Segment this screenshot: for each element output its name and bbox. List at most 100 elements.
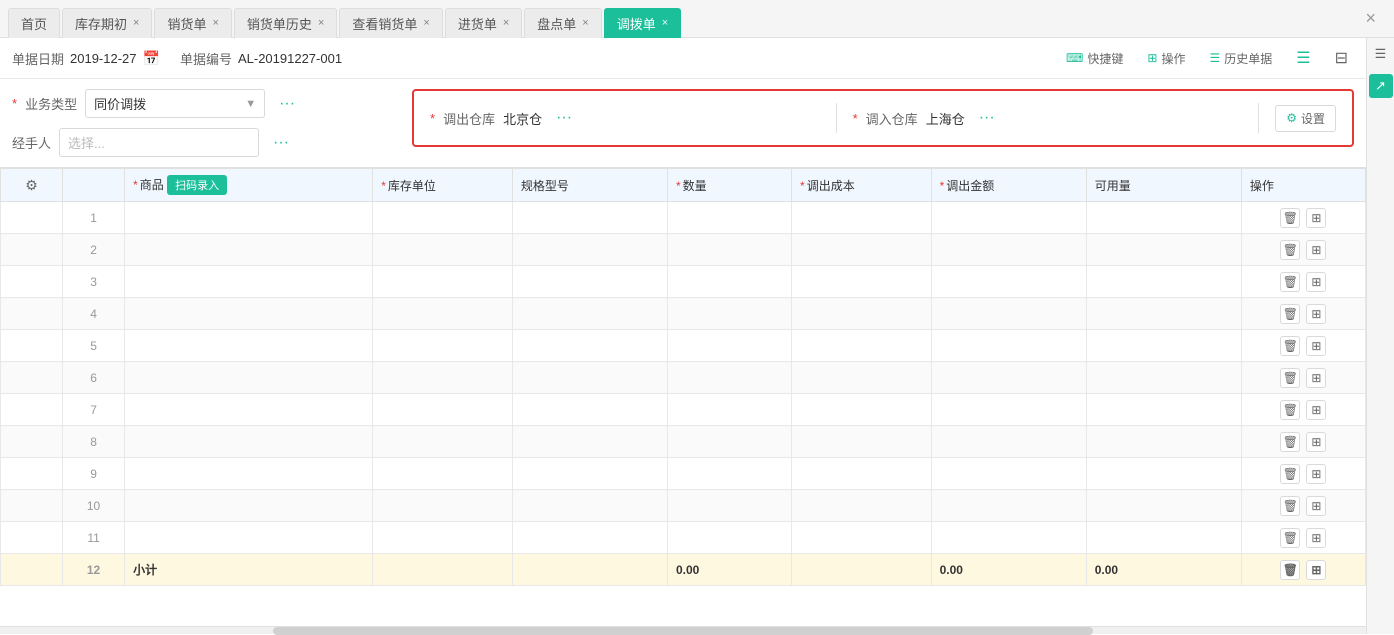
row-available-cell[interactable] [1086, 426, 1241, 458]
subtotal-copy-icon[interactable]: ⊞ [1306, 560, 1326, 580]
row-unit-cell[interactable] [373, 234, 513, 266]
row-available-cell[interactable] [1086, 362, 1241, 394]
copy-icon[interactable]: ⊞ [1306, 208, 1326, 228]
row-available-cell[interactable] [1086, 458, 1241, 490]
row-available-cell[interactable] [1086, 522, 1241, 554]
row-unit-cell[interactable] [373, 362, 513, 394]
row-amount-cell[interactable] [931, 394, 1086, 426]
handler-more[interactable]: ··· [273, 134, 289, 152]
row-spec-cell[interactable] [512, 202, 667, 234]
row-unit-cell[interactable] [373, 458, 513, 490]
operations-button[interactable]: ⊞ 操作 [1141, 48, 1191, 69]
row-qty-cell[interactable] [667, 522, 791, 554]
delete-icon[interactable]: 🗑 [1280, 528, 1300, 548]
row-product-cell[interactable] [125, 522, 373, 554]
row-cost-cell[interactable] [792, 298, 932, 330]
window-close-button[interactable]: × [1355, 0, 1386, 38]
row-cost-cell[interactable] [792, 458, 932, 490]
calendar-icon[interactable]: 📅 [143, 50, 160, 67]
copy-icon[interactable]: ⊞ [1306, 464, 1326, 484]
sidebar-notes-icon[interactable]: ☰ [1369, 42, 1393, 66]
tab-transfer-order-close[interactable]: × [662, 17, 668, 29]
row-qty-cell[interactable] [667, 266, 791, 298]
row-cost-cell[interactable] [792, 234, 932, 266]
tab-sales-history-close[interactable]: × [318, 17, 324, 29]
row-unit-cell[interactable] [373, 202, 513, 234]
settings-button[interactable]: ⚙ 设置 [1275, 105, 1336, 132]
delete-icon[interactable]: 🗑 [1280, 336, 1300, 356]
row-amount-cell[interactable] [931, 234, 1086, 266]
delete-icon[interactable]: 🗑 [1280, 368, 1300, 388]
tab-purchase-order-close[interactable]: × [503, 17, 509, 29]
row-available-cell[interactable] [1086, 330, 1241, 362]
row-cost-cell[interactable] [792, 522, 932, 554]
row-product-cell[interactable] [125, 202, 373, 234]
copy-icon[interactable]: ⊞ [1306, 496, 1326, 516]
row-cost-cell[interactable] [792, 266, 932, 298]
row-product-cell[interactable] [125, 266, 373, 298]
row-spec-cell[interactable] [512, 234, 667, 266]
row-unit-cell[interactable] [373, 490, 513, 522]
row-available-cell[interactable] [1086, 394, 1241, 426]
tab-sales-order-close[interactable]: × [212, 17, 218, 29]
row-product-cell[interactable] [125, 426, 373, 458]
row-spec-cell[interactable] [512, 362, 667, 394]
row-unit-cell[interactable] [373, 394, 513, 426]
row-available-cell[interactable] [1086, 298, 1241, 330]
tab-view-sales-close[interactable]: × [423, 17, 429, 29]
tab-inventory-count-close[interactable]: × [582, 17, 588, 29]
warehouse-in-more[interactable]: ··· [979, 109, 995, 127]
copy-icon[interactable]: ⊞ [1306, 368, 1326, 388]
row-cost-cell[interactable] [792, 394, 932, 426]
row-spec-cell[interactable] [512, 490, 667, 522]
view-toggle-grid[interactable]: ⊟ [1329, 46, 1354, 70]
column-settings-icon[interactable]: ⚙ [25, 177, 38, 194]
scrollbar-track[interactable] [0, 626, 1366, 634]
delete-icon[interactable]: 🗑 [1280, 240, 1300, 260]
row-amount-cell[interactable] [931, 202, 1086, 234]
row-cost-cell[interactable] [792, 330, 932, 362]
delete-icon[interactable]: 🗑 [1280, 272, 1300, 292]
sidebar-export-icon[interactable]: ↗ [1369, 74, 1393, 98]
delete-icon[interactable]: 🗑 [1280, 464, 1300, 484]
row-product-cell[interactable] [125, 490, 373, 522]
row-amount-cell[interactable] [931, 362, 1086, 394]
copy-icon[interactable]: ⊞ [1306, 240, 1326, 260]
row-amount-cell[interactable] [931, 266, 1086, 298]
row-spec-cell[interactable] [512, 394, 667, 426]
tab-inventory-init-close[interactable]: × [133, 17, 139, 29]
business-type-more[interactable]: ··· [279, 95, 295, 113]
row-cost-cell[interactable] [792, 202, 932, 234]
subtotal-delete-icon[interactable]: 🗑 [1280, 560, 1300, 580]
warehouse-out-more[interactable]: ··· [556, 109, 572, 127]
row-product-cell[interactable] [125, 394, 373, 426]
copy-icon[interactable]: ⊞ [1306, 304, 1326, 324]
delete-icon[interactable]: 🗑 [1280, 400, 1300, 420]
row-spec-cell[interactable] [512, 522, 667, 554]
row-unit-cell[interactable] [373, 266, 513, 298]
row-spec-cell[interactable] [512, 330, 667, 362]
row-cost-cell[interactable] [792, 426, 932, 458]
tab-view-sales[interactable]: 查看销货单 × [339, 8, 442, 38]
row-qty-cell[interactable] [667, 234, 791, 266]
row-available-cell[interactable] [1086, 266, 1241, 298]
row-available-cell[interactable] [1086, 234, 1241, 266]
row-amount-cell[interactable] [931, 522, 1086, 554]
row-cost-cell[interactable] [792, 362, 932, 394]
row-spec-cell[interactable] [512, 298, 667, 330]
copy-icon[interactable]: ⊞ [1306, 272, 1326, 292]
scan-button[interactable]: 扫码录入 [167, 175, 227, 195]
handler-select[interactable]: 选择... [59, 128, 259, 157]
row-qty-cell[interactable] [667, 490, 791, 522]
row-amount-cell[interactable] [931, 490, 1086, 522]
row-qty-cell[interactable] [667, 394, 791, 426]
row-available-cell[interactable] [1086, 202, 1241, 234]
delete-icon[interactable]: 🗑 [1280, 304, 1300, 324]
row-cost-cell[interactable] [792, 490, 932, 522]
tab-inventory-count[interactable]: 盘点单 × [524, 8, 601, 38]
view-toggle-list[interactable]: ☰ [1290, 46, 1316, 70]
copy-icon[interactable]: ⊞ [1306, 432, 1326, 452]
copy-icon[interactable]: ⊞ [1306, 336, 1326, 356]
row-qty-cell[interactable] [667, 298, 791, 330]
row-unit-cell[interactable] [373, 426, 513, 458]
